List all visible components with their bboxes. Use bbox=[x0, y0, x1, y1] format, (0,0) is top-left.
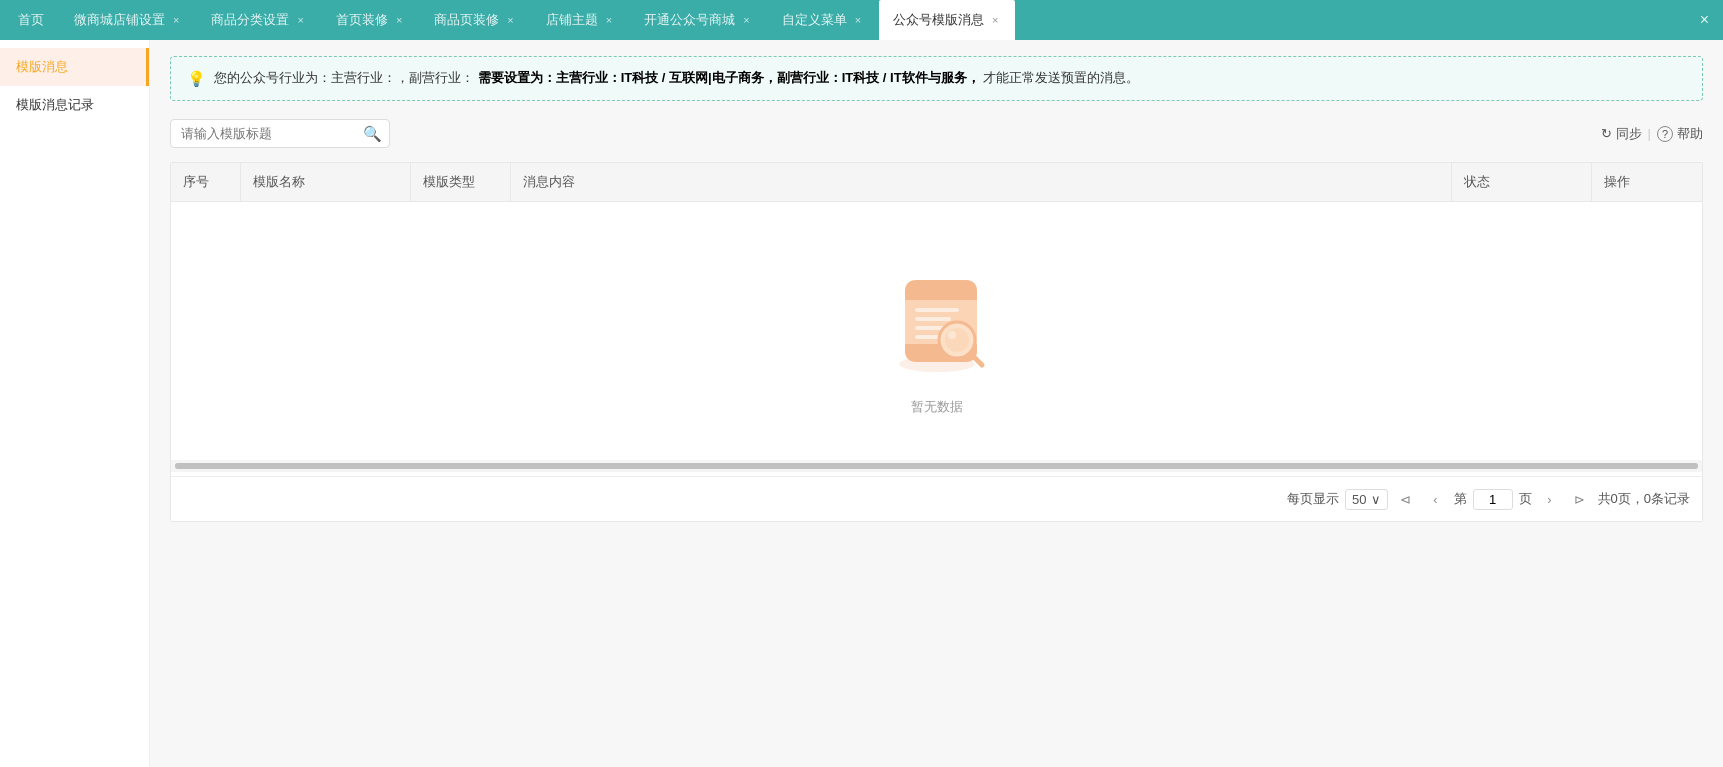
per-page-select[interactable]: 50 ∨ bbox=[1345, 489, 1387, 510]
tab-close-category[interactable]: × bbox=[295, 14, 305, 27]
empty-illustration bbox=[877, 262, 997, 382]
sync-button[interactable]: ↻ 同步 bbox=[1601, 125, 1642, 143]
tab-close-open-shop[interactable]: × bbox=[741, 14, 751, 27]
tab-close-shop-theme[interactable]: × bbox=[604, 14, 614, 27]
svg-rect-2 bbox=[915, 317, 951, 321]
scrollbar-thumb bbox=[175, 463, 1698, 469]
page-label: 第 bbox=[1454, 490, 1467, 508]
last-page-button[interactable]: ⊳ bbox=[1568, 487, 1592, 511]
horizontal-scrollbar[interactable] bbox=[171, 460, 1702, 472]
toolbar-divider: | bbox=[1648, 126, 1651, 141]
nav-tab-micro-shop[interactable]: 微商城店铺设置× bbox=[60, 0, 195, 40]
col-content: 消息内容 bbox=[511, 163, 1452, 201]
toolbar-right: ↻ 同步 | ? 帮助 bbox=[1601, 125, 1703, 143]
search-icon[interactable]: 🔍 bbox=[363, 125, 382, 143]
sync-icon: ↻ bbox=[1601, 126, 1612, 141]
nav-tab-custom-menu[interactable]: 自定义菜单× bbox=[768, 0, 877, 40]
col-type: 模版类型 bbox=[411, 163, 511, 201]
top-nav: 首页微商城店铺设置×商品分类设置×首页装修×商品页装修×店铺主题×开通公众号商城… bbox=[0, 0, 1723, 40]
help-button[interactable]: ? 帮助 bbox=[1657, 125, 1703, 143]
pagination: 每页显示 50 ∨ ⊲ ‹ 第 页 › ⊳ 共0页，0条记录 bbox=[171, 476, 1702, 521]
empty-state: 暂无数据 bbox=[171, 202, 1702, 456]
table-header: 序号 模版名称 模版类型 消息内容 状态 操作 bbox=[171, 163, 1702, 202]
tab-close-product-deco[interactable]: × bbox=[505, 14, 515, 27]
svg-point-8 bbox=[948, 331, 956, 339]
search-bar: 🔍 ↻ 同步 | ? 帮助 bbox=[170, 119, 1703, 148]
search-input-wrapper: 🔍 bbox=[170, 119, 390, 148]
col-name: 模版名称 bbox=[241, 163, 411, 201]
sidebar-item-template-record[interactable]: 模版消息记录 bbox=[0, 86, 149, 124]
nav-tab-open-shop[interactable]: 开通公众号商城× bbox=[630, 0, 765, 40]
main-layout: 模版消息模版消息记录 💡 您的公众号行业为：主营行业：，副营行业： 需要设置为：… bbox=[0, 40, 1723, 767]
tab-close-micro-shop[interactable]: × bbox=[171, 14, 181, 27]
first-page-button[interactable]: ⊲ bbox=[1394, 487, 1418, 511]
per-page-label: 每页显示 bbox=[1287, 490, 1339, 508]
notice-text: 您的公众号行业为：主营行业：，副营行业： 需要设置为：主营行业：IT科技 / 互… bbox=[214, 69, 1139, 87]
prev-page-button[interactable]: ‹ bbox=[1424, 487, 1448, 511]
col-status: 状态 bbox=[1452, 163, 1592, 201]
close-all-button[interactable]: × bbox=[1690, 11, 1719, 29]
notice-icon: 💡 bbox=[187, 70, 206, 88]
nav-tab-homepage-deco[interactable]: 首页装修× bbox=[322, 0, 418, 40]
tab-close-custom-menu[interactable]: × bbox=[853, 14, 863, 27]
tab-close-template-msg[interactable]: × bbox=[990, 14, 1000, 27]
notice-box: 💡 您的公众号行业为：主营行业：，副营行业： 需要设置为：主营行业：IT科技 /… bbox=[170, 56, 1703, 101]
svg-point-7 bbox=[945, 328, 969, 352]
col-seq: 序号 bbox=[171, 163, 241, 201]
next-page-button[interactable]: › bbox=[1538, 487, 1562, 511]
nav-tab-template-msg[interactable]: 公众号模版消息× bbox=[879, 0, 1014, 40]
tab-close-homepage-deco[interactable]: × bbox=[394, 14, 404, 27]
nav-tab-category[interactable]: 商品分类设置× bbox=[197, 0, 319, 40]
table-wrapper: 序号 模版名称 模版类型 消息内容 状态 操作 bbox=[170, 162, 1703, 522]
chevron-down-icon: ∨ bbox=[1371, 492, 1381, 507]
empty-text: 暂无数据 bbox=[911, 398, 963, 416]
search-input[interactable] bbox=[170, 119, 390, 148]
nav-tab-product-deco[interactable]: 商品页装修× bbox=[420, 0, 529, 40]
col-action: 操作 bbox=[1592, 163, 1702, 201]
page-end-label: 页 bbox=[1519, 490, 1532, 508]
nav-tab-home[interactable]: 首页 bbox=[4, 0, 58, 40]
sidebar: 模版消息模版消息记录 bbox=[0, 40, 150, 767]
sidebar-item-template-msg[interactable]: 模版消息 bbox=[0, 48, 149, 86]
main-content: 💡 您的公众号行业为：主营行业：，副营行业： 需要设置为：主营行业：IT科技 /… bbox=[150, 40, 1723, 767]
help-icon: ? bbox=[1657, 126, 1673, 142]
nav-tab-shop-theme[interactable]: 店铺主题× bbox=[532, 0, 628, 40]
svg-rect-1 bbox=[915, 308, 959, 312]
scrollbar-track bbox=[175, 463, 1698, 469]
total-label: 共0页，0条记录 bbox=[1598, 490, 1690, 508]
page-input[interactable] bbox=[1473, 489, 1513, 510]
